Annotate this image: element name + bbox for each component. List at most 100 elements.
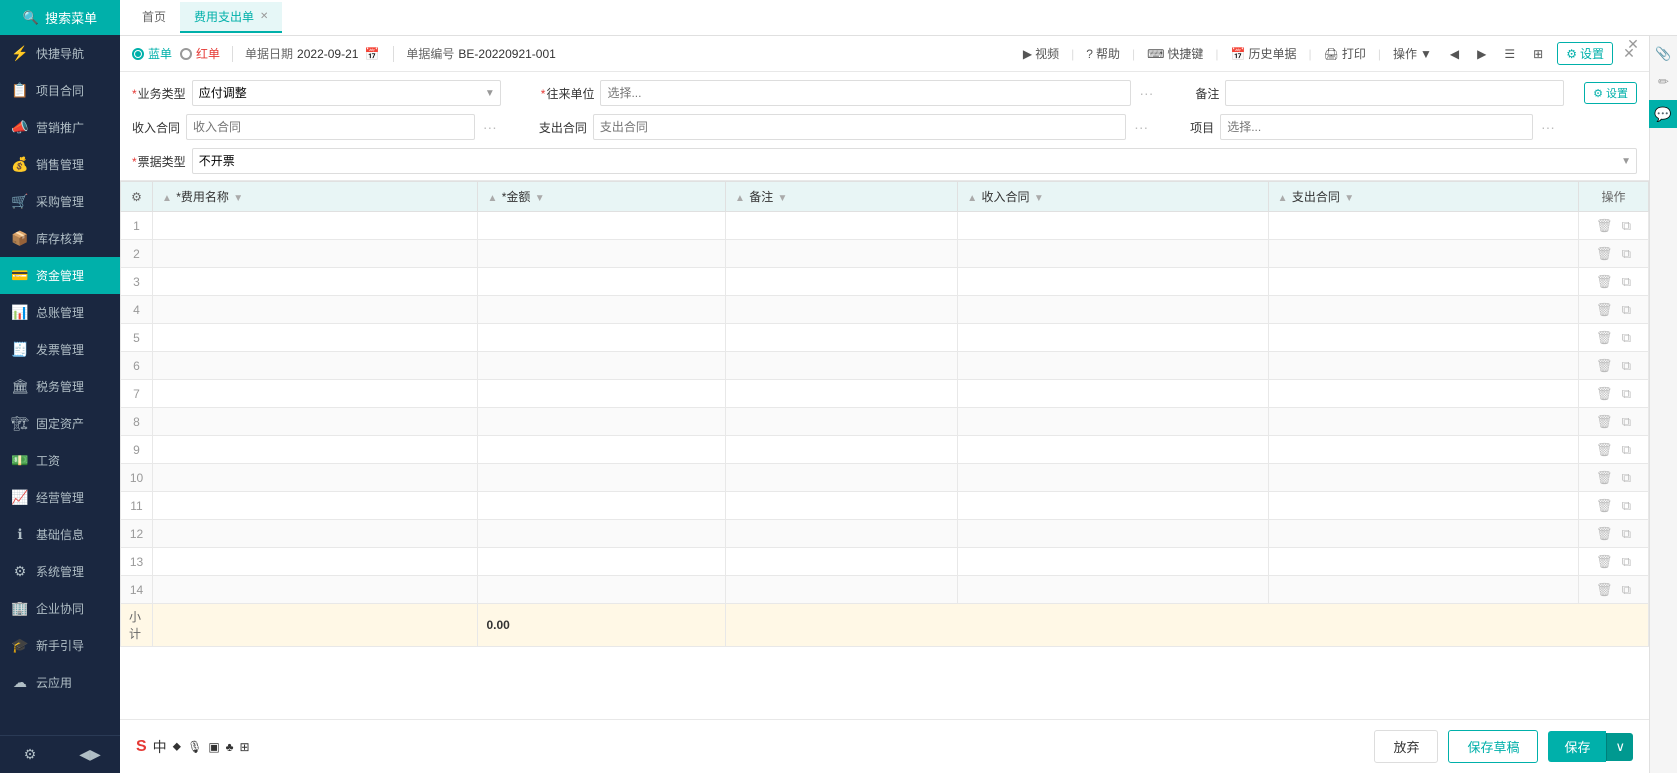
sidebar-item-invoice-mgmt[interactable]: 🧾发票管理 (0, 331, 120, 368)
cell-remark-2[interactable] (725, 240, 957, 268)
settings-bottom-btn[interactable]: ⚙ (0, 736, 60, 773)
copy-icon-1[interactable]: ⧉ (1622, 218, 1631, 233)
cell-remark-5[interactable] (725, 324, 957, 352)
icon-zhong[interactable]: 中 (153, 737, 167, 757)
th-config[interactable]: ⚙ (121, 182, 153, 212)
cell-expense-contract-9[interactable] (1268, 436, 1578, 464)
delete-icon-7[interactable]: 🗑 (1596, 386, 1613, 401)
sound-bottom-btn[interactable]: ◀▶ (60, 736, 120, 773)
attachment-icon-btn[interactable]: 📎 (1654, 44, 1674, 64)
sidebar-search[interactable]: 🔍 搜索菜单 (0, 0, 120, 35)
cell-income-contract-12[interactable] (958, 520, 1268, 548)
cell-remark-11[interactable] (725, 492, 957, 520)
sidebar-item-quick-nav[interactable]: ⚡快捷导航 (0, 35, 120, 72)
cell-expense-name-5[interactable] (153, 324, 478, 352)
cell-income-contract-13[interactable] (958, 548, 1268, 576)
cell-expense-name-8[interactable] (153, 408, 478, 436)
nav-next-btn[interactable]: ▶ (1471, 45, 1492, 63)
tab-expense-bill[interactable]: 费用支出单 ✕ (180, 2, 282, 33)
copy-icon-10[interactable]: ⧉ (1622, 470, 1631, 485)
cell-expense-contract-6[interactable] (1268, 352, 1578, 380)
cell-expense-contract-8[interactable] (1268, 408, 1578, 436)
cell-income-contract-3[interactable] (958, 268, 1268, 296)
partner-input[interactable] (600, 80, 1131, 106)
sidebar-item-new-guide[interactable]: 🎓新手引导 (0, 627, 120, 664)
delete-icon-13[interactable]: 🗑 (1596, 554, 1613, 569)
cell-amount-9[interactable] (478, 436, 725, 464)
cell-expense-contract-13[interactable] (1268, 548, 1578, 576)
cell-remark-7[interactable] (725, 380, 957, 408)
cell-expense-contract-2[interactable] (1268, 240, 1578, 268)
cell-expense-contract-5[interactable] (1268, 324, 1578, 352)
cell-expense-name-3[interactable] (153, 268, 478, 296)
copy-icon-13[interactable]: ⧉ (1622, 554, 1631, 569)
radio-red[interactable]: 红单 (180, 45, 220, 62)
cell-income-contract-5[interactable] (958, 324, 1268, 352)
icon-record[interactable]: ▣ (208, 740, 219, 754)
video-btn[interactable]: ▶ 视频 (1017, 43, 1065, 64)
cell-remark-13[interactable] (725, 548, 957, 576)
delete-icon-4[interactable]: 🗑 (1596, 302, 1613, 317)
cell-income-contract-9[interactable] (958, 436, 1268, 464)
cell-income-contract-7[interactable] (958, 380, 1268, 408)
cell-remark-10[interactable] (725, 464, 957, 492)
sidebar-item-inventory[interactable]: 📦库存核算 (0, 220, 120, 257)
cell-amount-5[interactable] (478, 324, 725, 352)
delete-icon-6[interactable]: 🗑 (1596, 358, 1613, 373)
th-remark[interactable]: ▲ 备注 ▼ (725, 182, 957, 212)
icon-diamond[interactable]: ⬥ (173, 739, 181, 754)
cell-amount-1[interactable] (478, 212, 725, 240)
cell-expense-contract-14[interactable] (1268, 576, 1578, 604)
cell-expense-contract-4[interactable] (1268, 296, 1578, 324)
cell-expense-name-11[interactable] (153, 492, 478, 520)
cell-expense-contract-7[interactable] (1268, 380, 1578, 408)
operations-btn[interactable]: 操作 ▼ (1387, 43, 1438, 64)
sidebar-item-purchase-mgmt[interactable]: 🛒采购管理 (0, 183, 120, 220)
cell-expense-name-13[interactable] (153, 548, 478, 576)
th-amount[interactable]: ▲ *金额 ▼ (478, 182, 725, 212)
delete-icon-9[interactable]: 🗑 (1596, 442, 1613, 457)
save-arrow-btn[interactable]: ∨ (1606, 733, 1633, 761)
icon-grid2[interactable]: ⊞ (240, 740, 250, 754)
sidebar-item-tax-mgmt[interactable]: 🏛税务管理 (0, 368, 120, 405)
cell-amount-8[interactable] (478, 408, 725, 436)
radio-blue[interactable]: 蓝单 (132, 45, 172, 62)
copy-icon-6[interactable]: ⧉ (1622, 358, 1631, 373)
print-btn[interactable]: 🖨 打印 (1318, 43, 1372, 64)
th-expense-name[interactable]: ▲ *费用名称 ▼ (153, 182, 478, 212)
expense-contract-dots-btn[interactable]: ··· (1132, 119, 1150, 135)
cell-expense-contract-12[interactable] (1268, 520, 1578, 548)
cell-income-contract-4[interactable] (958, 296, 1268, 324)
window-close-btn[interactable]: ✕ (1625, 36, 1641, 52)
biz-type-select[interactable]: 应付调整 (192, 80, 501, 106)
form-setting-btn[interactable]: ⚙ 设置 (1584, 82, 1637, 104)
sidebar-item-fixed-assets[interactable]: 🏗固定资产 (0, 405, 120, 442)
setting-btn[interactable]: ⚙ 设置 (1557, 42, 1613, 65)
delete-icon-2[interactable]: 🗑 (1596, 246, 1613, 261)
delete-icon-1[interactable]: 🗑 (1596, 218, 1613, 233)
delete-icon-3[interactable]: 🗑 (1596, 274, 1613, 289)
cell-amount-13[interactable] (478, 548, 725, 576)
copy-icon-8[interactable]: ⧉ (1622, 414, 1631, 429)
cell-amount-10[interactable] (478, 464, 725, 492)
copy-icon-2[interactable]: ⧉ (1622, 246, 1631, 261)
copy-icon-12[interactable]: ⧉ (1622, 526, 1631, 541)
cell-amount-12[interactable] (478, 520, 725, 548)
cell-remark-8[interactable] (725, 408, 957, 436)
cell-expense-name-1[interactable] (153, 212, 478, 240)
delete-icon-11[interactable]: 🗑 (1596, 498, 1613, 513)
delete-icon-14[interactable]: 🗑 (1596, 582, 1613, 597)
nav-prev-btn[interactable]: ◀ (1444, 45, 1465, 63)
history-btn[interactable]: 📅 历史单据 (1225, 43, 1303, 64)
sidebar-item-sys-mgmt[interactable]: ⚙系统管理 (0, 553, 120, 590)
cell-expense-name-9[interactable] (153, 436, 478, 464)
invoice-type-select[interactable]: 不开票 (192, 148, 1637, 174)
th-expense-contract[interactable]: ▲ 支出合同 ▼ (1268, 182, 1578, 212)
cell-amount-11[interactable] (478, 492, 725, 520)
cell-remark-14[interactable] (725, 576, 957, 604)
partner-dots-btn[interactable]: ··· (1137, 85, 1155, 101)
delete-icon-12[interactable]: 🗑 (1596, 526, 1613, 541)
cell-expense-contract-11[interactable] (1268, 492, 1578, 520)
sidebar-item-basic-info[interactable]: ℹ基础信息 (0, 516, 120, 553)
cell-expense-name-12[interactable] (153, 520, 478, 548)
